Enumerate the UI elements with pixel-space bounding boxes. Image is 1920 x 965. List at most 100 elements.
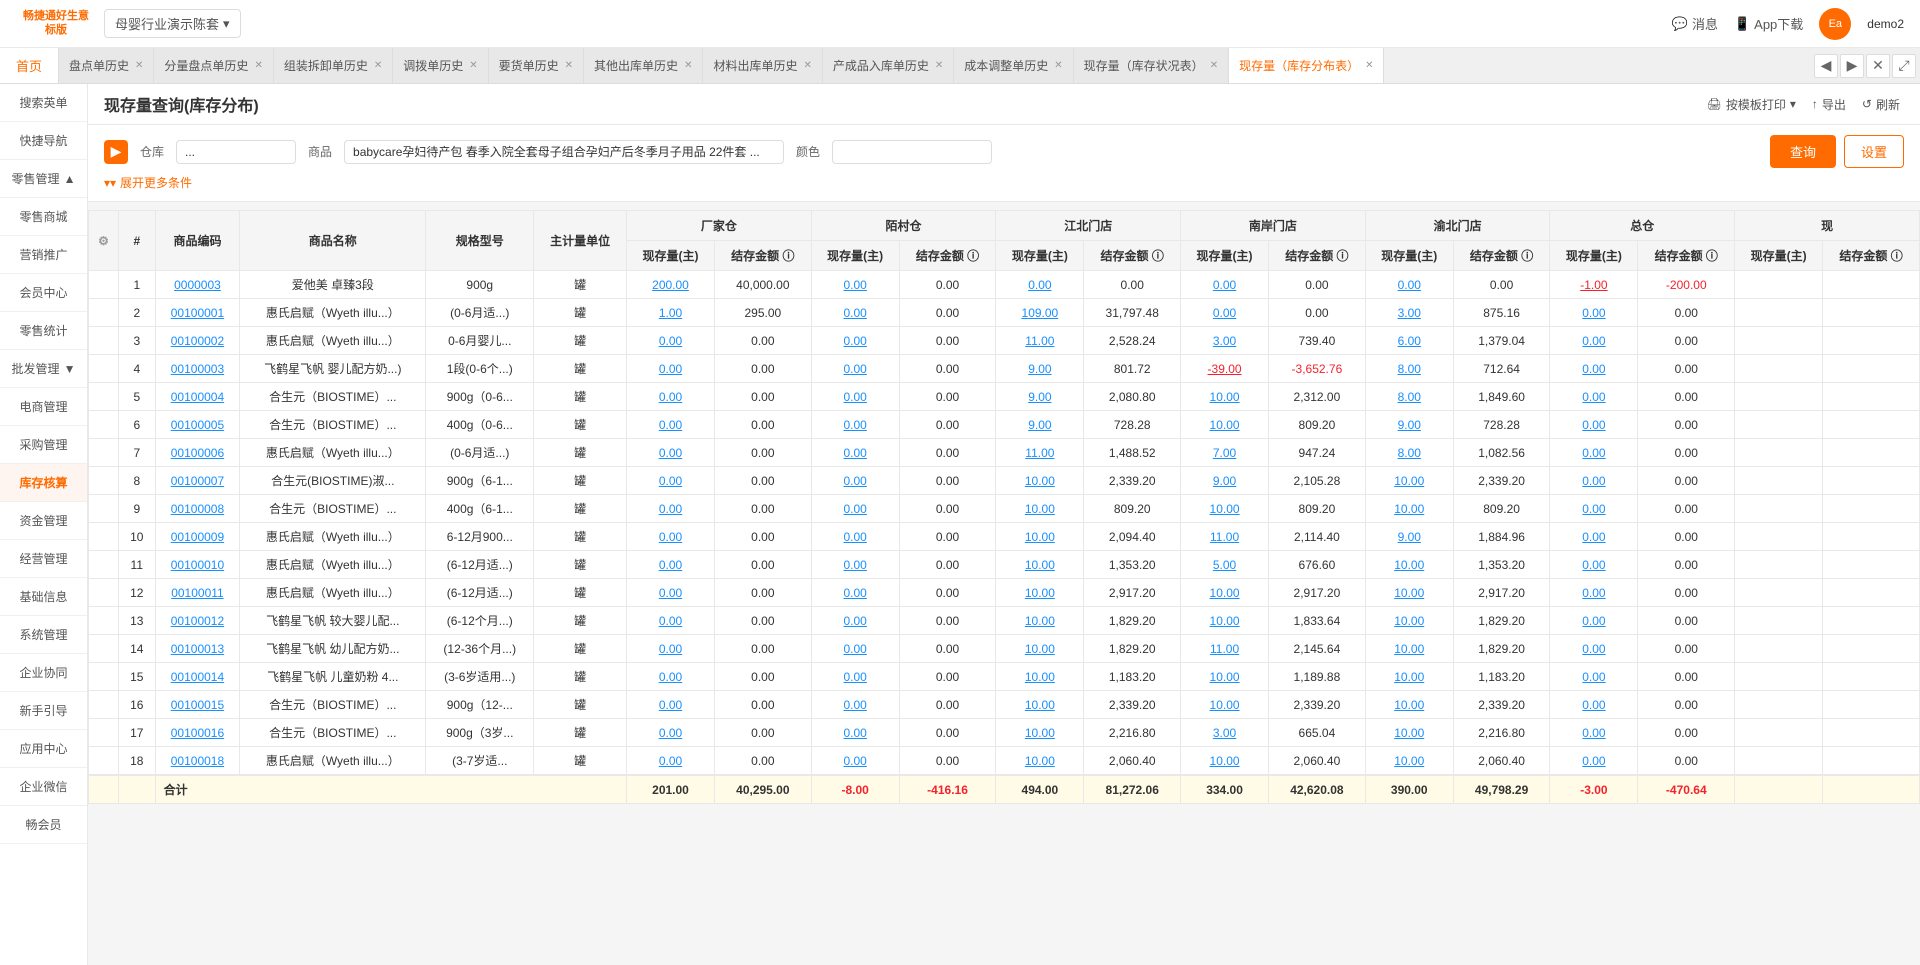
sidebar-item-retail-stats[interactable]: 零售统计 bbox=[0, 312, 87, 350]
cell-f-stock[interactable]: 0.00 bbox=[627, 663, 715, 691]
cell-n-stock[interactable]: 3.00 bbox=[1181, 719, 1269, 747]
tab-cost-adjust[interactable]: 成本调整单历史 ✕ bbox=[954, 48, 1073, 84]
cell-y-stock[interactable]: 8.00 bbox=[1365, 355, 1453, 383]
tab-stock-dist[interactable]: 现存量（库存分布表） ✕ bbox=[1229, 48, 1384, 84]
cell-y-stock[interactable]: 9.00 bbox=[1365, 411, 1453, 439]
tab-close-production[interactable]: ✕ bbox=[935, 60, 943, 71]
cell-code[interactable]: 00100008 bbox=[155, 495, 240, 523]
cell-j-stock[interactable]: 10.00 bbox=[996, 579, 1084, 607]
cell-m-stock[interactable]: 0.00 bbox=[811, 579, 899, 607]
tab-stock-status[interactable]: 现存量（库存状况表） ✕ bbox=[1074, 48, 1229, 84]
cell-m-stock[interactable]: 0.00 bbox=[811, 551, 899, 579]
cell-f-stock[interactable]: 200.00 bbox=[627, 271, 715, 299]
cell-m-stock[interactable]: 0.00 bbox=[811, 495, 899, 523]
cell-code[interactable]: 00100007 bbox=[155, 467, 240, 495]
cell-m-stock[interactable]: 0.00 bbox=[811, 691, 899, 719]
cell-t-stock[interactable]: 0.00 bbox=[1550, 607, 1638, 635]
cell-j-stock[interactable]: 9.00 bbox=[996, 383, 1084, 411]
tab-close-material[interactable]: ✕ bbox=[803, 60, 811, 71]
avatar[interactable]: Ea bbox=[1819, 8, 1851, 40]
cell-j-stock[interactable]: 9.00 bbox=[996, 411, 1084, 439]
goods-input[interactable] bbox=[344, 140, 784, 164]
cell-f-stock[interactable]: 0.00 bbox=[627, 607, 715, 635]
cell-code[interactable]: 00100013 bbox=[155, 635, 240, 663]
cell-t-stock[interactable]: 0.00 bbox=[1550, 355, 1638, 383]
cell-t-stock[interactable]: 0.00 bbox=[1550, 747, 1638, 776]
cell-n-stock[interactable]: 5.00 bbox=[1181, 551, 1269, 579]
cell-y-stock[interactable]: 8.00 bbox=[1365, 383, 1453, 411]
cell-y-stock[interactable]: 9.00 bbox=[1365, 523, 1453, 551]
sidebar-item-stock[interactable]: 库存核算 bbox=[0, 464, 87, 502]
cell-j-stock[interactable]: 10.00 bbox=[996, 523, 1084, 551]
cell-t-stock[interactable]: -1.00 bbox=[1550, 271, 1638, 299]
sidebar-item-member[interactable]: 会员中心 bbox=[0, 274, 87, 312]
cell-f-stock[interactable]: 0.00 bbox=[627, 719, 715, 747]
cell-f-stock[interactable]: 0.00 bbox=[627, 691, 715, 719]
cell-j-stock[interactable]: 10.00 bbox=[996, 467, 1084, 495]
cell-t-stock[interactable]: 0.00 bbox=[1550, 579, 1638, 607]
cell-y-stock[interactable]: 10.00 bbox=[1365, 635, 1453, 663]
filter-toggle-btn[interactable]: ▶ bbox=[104, 140, 128, 164]
cell-f-stock[interactable]: 0.00 bbox=[627, 523, 715, 551]
tab-order[interactable]: 要货单历史 ✕ bbox=[489, 48, 584, 84]
cell-y-stock[interactable]: 10.00 bbox=[1365, 663, 1453, 691]
cell-y-stock[interactable]: 10.00 bbox=[1365, 747, 1453, 776]
cell-y-stock[interactable]: 6.00 bbox=[1365, 327, 1453, 355]
tab-prev-btn[interactable]: ◀ bbox=[1814, 54, 1838, 78]
cell-n-stock[interactable]: 9.00 bbox=[1181, 467, 1269, 495]
sidebar-item-nav[interactable]: 快捷导航 bbox=[0, 122, 87, 160]
cell-t-stock[interactable]: 0.00 bbox=[1550, 663, 1638, 691]
cell-y-stock[interactable]: 10.00 bbox=[1365, 551, 1453, 579]
refresh-btn[interactable]: ↺ 刷新 bbox=[1858, 94, 1904, 115]
cell-y-stock[interactable]: 8.00 bbox=[1365, 439, 1453, 467]
cell-code[interactable]: 00100012 bbox=[155, 607, 240, 635]
sidebar-item-wechat[interactable]: 企业微信 bbox=[0, 768, 87, 806]
sidebar-item-base[interactable]: 基础信息 bbox=[0, 578, 87, 616]
cell-f-stock[interactable]: 0.00 bbox=[627, 495, 715, 523]
cell-f-stock[interactable]: 0.00 bbox=[627, 383, 715, 411]
cell-f-stock[interactable]: 0.00 bbox=[627, 579, 715, 607]
cell-y-stock[interactable]: 10.00 bbox=[1365, 579, 1453, 607]
cell-y-stock[interactable]: 10.00 bbox=[1365, 719, 1453, 747]
message-btn[interactable]: 💬 消息 bbox=[1672, 14, 1718, 33]
sidebar-item-marketing[interactable]: 营销推广 bbox=[0, 236, 87, 274]
cell-n-stock[interactable]: 10.00 bbox=[1181, 747, 1269, 776]
cell-y-stock[interactable]: 0.00 bbox=[1365, 271, 1453, 299]
cell-y-stock[interactable]: 10.00 bbox=[1365, 607, 1453, 635]
tab-close-dist[interactable]: ✕ bbox=[1365, 60, 1373, 71]
cell-t-stock[interactable]: 0.00 bbox=[1550, 411, 1638, 439]
tab-close-inventory[interactable]: ✕ bbox=[135, 60, 143, 71]
tab-fullscreen-btn[interactable]: ⤢ bbox=[1892, 54, 1916, 78]
sidebar-item-apps[interactable]: 应用中心 bbox=[0, 730, 87, 768]
cell-code[interactable]: 00100006 bbox=[155, 439, 240, 467]
gear-icon[interactable]: ⚙ bbox=[98, 234, 109, 248]
cell-code[interactable]: 00100002 bbox=[155, 327, 240, 355]
cell-t-stock[interactable]: 0.00 bbox=[1550, 551, 1638, 579]
cell-n-stock[interactable]: 3.00 bbox=[1181, 327, 1269, 355]
cell-m-stock[interactable]: 0.00 bbox=[811, 439, 899, 467]
cell-m-stock[interactable]: 0.00 bbox=[811, 411, 899, 439]
cell-m-stock[interactable]: 0.00 bbox=[811, 635, 899, 663]
cell-t-stock[interactable]: 0.00 bbox=[1550, 439, 1638, 467]
expand-btn[interactable]: ▾▾ 展开更多条件 bbox=[104, 174, 1904, 191]
cell-n-stock[interactable]: 10.00 bbox=[1181, 607, 1269, 635]
query-button[interactable]: 查询 bbox=[1770, 135, 1836, 168]
cell-t-stock[interactable]: 0.00 bbox=[1550, 299, 1638, 327]
tab-close-order[interactable]: ✕ bbox=[565, 60, 573, 71]
cell-j-stock[interactable]: 10.00 bbox=[996, 691, 1084, 719]
sidebar-item-purchase[interactable]: 采购管理 bbox=[0, 426, 87, 464]
cell-j-stock[interactable]: 11.00 bbox=[996, 439, 1084, 467]
cell-f-stock[interactable]: 0.00 bbox=[627, 551, 715, 579]
cell-code[interactable]: 0000003 bbox=[155, 271, 240, 299]
cell-code[interactable]: 00100015 bbox=[155, 691, 240, 719]
cell-n-stock[interactable]: 7.00 bbox=[1181, 439, 1269, 467]
sidebar-item-system[interactable]: 系统管理 bbox=[0, 616, 87, 654]
tab-other-out[interactable]: 其他出库单历史 ✕ bbox=[584, 48, 703, 84]
cell-t-stock[interactable]: 0.00 bbox=[1550, 467, 1638, 495]
tab-close-other-out[interactable]: ✕ bbox=[684, 60, 692, 71]
cell-n-stock[interactable]: -39.00 bbox=[1181, 355, 1269, 383]
export-btn[interactable]: ↑ 导出 bbox=[1808, 94, 1850, 115]
cell-n-stock[interactable]: 10.00 bbox=[1181, 663, 1269, 691]
cell-m-stock[interactable]: 0.00 bbox=[811, 271, 899, 299]
cell-y-stock[interactable]: 10.00 bbox=[1365, 691, 1453, 719]
